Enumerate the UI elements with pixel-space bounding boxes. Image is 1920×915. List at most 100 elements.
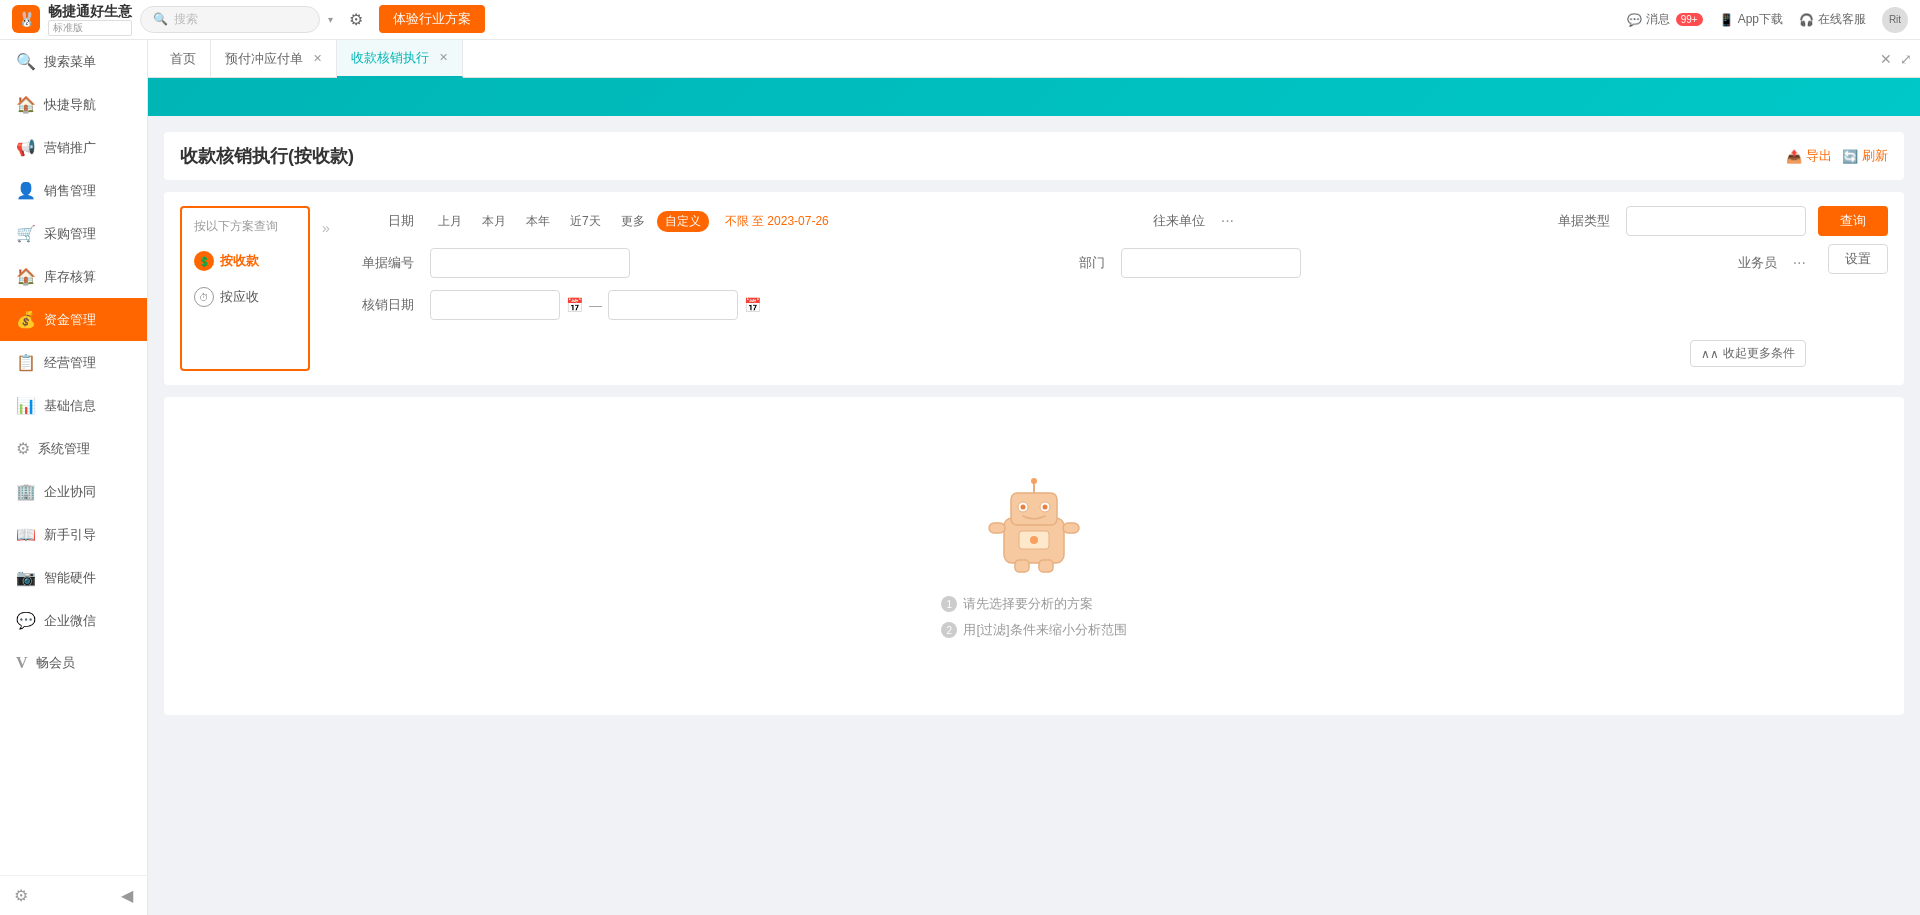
date-tab-this-month[interactable]: 本月 xyxy=(474,211,514,232)
sidebar-item-guide[interactable]: 📖 新手引导 xyxy=(0,513,147,556)
dept-select[interactable] xyxy=(1121,248,1301,278)
search-bar-top[interactable]: 🔍 搜索 xyxy=(140,6,320,33)
sidebar-item-label: 库存核算 xyxy=(44,268,96,286)
date-separator: — xyxy=(589,298,602,313)
tab-prepay-close[interactable]: ✕ xyxy=(313,52,322,65)
sidebar-item-wechat-biz[interactable]: 💬 企业微信 xyxy=(0,599,147,642)
writeoff-date-label: 核销日期 xyxy=(354,296,414,314)
sidebar-item-label: 智能硬件 xyxy=(44,569,96,587)
hint-num-1: 1 xyxy=(941,596,957,612)
footer-settings-icon[interactable]: ⚙ xyxy=(14,886,28,905)
collect-option-icon: 💲 xyxy=(194,251,214,271)
sidebar-item-label: 企业微信 xyxy=(44,612,96,630)
chevron-down-icon[interactable]: ▾ xyxy=(328,14,333,25)
hint-text-1: 请先选择要分析的方案 xyxy=(963,595,1093,613)
filter-option-by-receivable[interactable]: ⏱ 按应收 xyxy=(182,279,308,315)
message-icon: 💬 xyxy=(1627,13,1642,27)
search-placeholder-text: 搜索 xyxy=(174,11,198,28)
header-right: 💬 消息 99+ 📱 App下载 🎧 在线客服 Rit xyxy=(1627,7,1908,33)
sidebar-item-vip[interactable]: V 畅会员 xyxy=(0,642,147,684)
salesman-dots[interactable]: ··· xyxy=(1793,254,1806,272)
cooperation-icon: 🏢 xyxy=(16,482,36,501)
headset-icon: 🎧 xyxy=(1799,13,1814,27)
refresh-button[interactable]: 🔄 刷新 xyxy=(1842,147,1888,165)
sales-icon: 👤 xyxy=(16,181,36,200)
sidebar-item-search-menu[interactable]: 🔍 搜索菜单 xyxy=(0,40,147,83)
sidebar-item-quick-nav[interactable]: 🏠 快捷导航 xyxy=(0,83,147,126)
filter-collapse-btn[interactable]: » xyxy=(322,206,342,371)
counterparty-label: 往来单位 xyxy=(1145,212,1205,230)
writeoff-start-date[interactable]: 2023-03-01 xyxy=(430,290,560,320)
export-button[interactable]: 📤 导出 xyxy=(1786,147,1832,165)
collapse-more-label: 收起更多条件 xyxy=(1723,345,1795,362)
app-name: 畅捷通好生意 xyxy=(48,3,132,20)
purchase-icon: 🛒 xyxy=(16,224,36,243)
sidebar-item-basic-info[interactable]: 📊 基础信息 xyxy=(0,384,147,427)
collapse-more-btn[interactable]: ∧∧ 收起更多条件 xyxy=(1690,340,1806,367)
settings-button[interactable]: 设置 xyxy=(1828,244,1888,274)
doc-no-input[interactable] xyxy=(430,248,630,278)
online-service-action[interactable]: 🎧 在线客服 xyxy=(1799,11,1866,28)
sidebar-item-finance[interactable]: 💰 资金管理 xyxy=(0,298,147,341)
date-tab-last-month[interactable]: 上月 xyxy=(430,211,470,232)
settings-icon-top[interactable]: ⚙ xyxy=(349,10,363,29)
sidebar-item-label: 新手引导 xyxy=(44,526,96,544)
tabs-right-actions: ✕ ⤢ xyxy=(1880,51,1912,67)
query-button[interactable]: 查询 xyxy=(1818,206,1888,236)
tab-collect-close[interactable]: ✕ xyxy=(439,51,448,64)
svg-point-5 xyxy=(1042,505,1047,510)
date-tab-7days[interactable]: 近7天 xyxy=(562,211,609,232)
sidebar-item-business[interactable]: 📋 经营管理 xyxy=(0,341,147,384)
calendar-end-icon[interactable]: 📅 xyxy=(744,297,761,313)
message-action[interactable]: 💬 消息 99+ xyxy=(1627,11,1703,28)
wechat-biz-icon: 💬 xyxy=(16,611,36,630)
sidebar-item-marketing[interactable]: 📢 营销推广 xyxy=(0,126,147,169)
svg-point-13 xyxy=(1030,536,1038,544)
user-avatar[interactable]: Rit xyxy=(1882,7,1908,33)
hint-num-2: 2 xyxy=(941,622,957,638)
filter-option-by-collect[interactable]: 💲 按收款 xyxy=(182,243,308,279)
vip-icon: V xyxy=(16,654,28,672)
counterparty-dots[interactable]: ··· xyxy=(1221,212,1234,230)
docno-filter-row: 单据编号 部门 业务员 ··· xyxy=(354,248,1806,278)
sidebar-item-purchase[interactable]: 🛒 采购管理 xyxy=(0,212,147,255)
hint-text-2: 用[过滤]条件来缩小分析范围 xyxy=(963,621,1126,639)
sidebar-item-smart-hw[interactable]: 📷 智能硬件 xyxy=(0,556,147,599)
calendar-start-icon[interactable]: 📅 xyxy=(566,297,583,313)
collapse-more-row: ∧∧ 收起更多条件 xyxy=(354,332,1806,371)
writeoff-end-date[interactable]: 2023-07-21 xyxy=(608,290,738,320)
sidebar-item-inventory[interactable]: 🏠 库存核算 xyxy=(0,255,147,298)
app-download-action[interactable]: 📱 App下载 xyxy=(1719,11,1783,28)
main-layout: 🔍 搜索菜单 🏠 快捷导航 📢 营销推广 👤 销售管理 🛒 采购管理 🏠 库存核… xyxy=(0,40,1920,915)
tab-prepay[interactable]: 预付冲应付单 ✕ xyxy=(211,40,337,78)
filter-panel: 按以下方案查询 💲 按收款 ⏱ 按应收 » xyxy=(164,192,1904,385)
tab-collect[interactable]: 收款核销执行 ✕ xyxy=(337,40,463,78)
industry-btn[interactable]: 体验行业方案 xyxy=(379,5,485,33)
tab-home[interactable]: 首页 xyxy=(156,40,211,78)
app-logo: 🐰 xyxy=(12,5,40,33)
close-window-icon[interactable]: ✕ xyxy=(1880,51,1892,67)
page-header: 收款核销执行(按收款) 📤 导出 🔄 刷新 xyxy=(164,132,1904,180)
content-area: 首页 预付冲应付单 ✕ 收款核销执行 ✕ ✕ ⤢ 收款核销执行(按收款) xyxy=(148,40,1920,915)
sidebar-item-cooperation[interactable]: 🏢 企业协同 xyxy=(0,470,147,513)
filter-sidebar: 按以下方案查询 💲 按收款 ⏱ 按应收 xyxy=(180,206,310,371)
teal-accent-bar xyxy=(148,78,1920,116)
maximize-window-icon[interactable]: ⤢ xyxy=(1900,51,1912,67)
writeoff-date-row: 核销日期 2023-03-01 📅 — 2023-07-21 📅 xyxy=(354,290,1806,320)
sidebar-item-label: 基础信息 xyxy=(44,397,96,415)
date-tab-more[interactable]: 更多 xyxy=(613,211,653,232)
tabs-bar: 首页 预付冲应付单 ✕ 收款核销执行 ✕ ✕ ⤢ xyxy=(148,40,1920,78)
date-tab-custom[interactable]: 自定义 xyxy=(657,211,709,232)
sidebar-item-system[interactable]: ⚙ 系统管理 xyxy=(0,427,147,470)
svg-point-4 xyxy=(1020,505,1025,510)
sidebar-item-sales[interactable]: 👤 销售管理 xyxy=(0,169,147,212)
sidebar-item-label: 销售管理 xyxy=(44,182,96,200)
footer-collapse-icon[interactable]: ◀ xyxy=(121,886,133,905)
date-tab-this-year[interactable]: 本年 xyxy=(518,211,558,232)
svg-rect-11 xyxy=(1039,560,1053,572)
collapse-sidebar-icon[interactable]: » xyxy=(322,220,330,236)
tab-collect-label: 收款核销执行 xyxy=(351,49,429,67)
date-tabs: 上月 本月 本年 近7天 更多 自定义 xyxy=(430,211,709,232)
system-icon: ⚙ xyxy=(16,439,30,458)
doc-type-select[interactable] xyxy=(1626,206,1806,236)
